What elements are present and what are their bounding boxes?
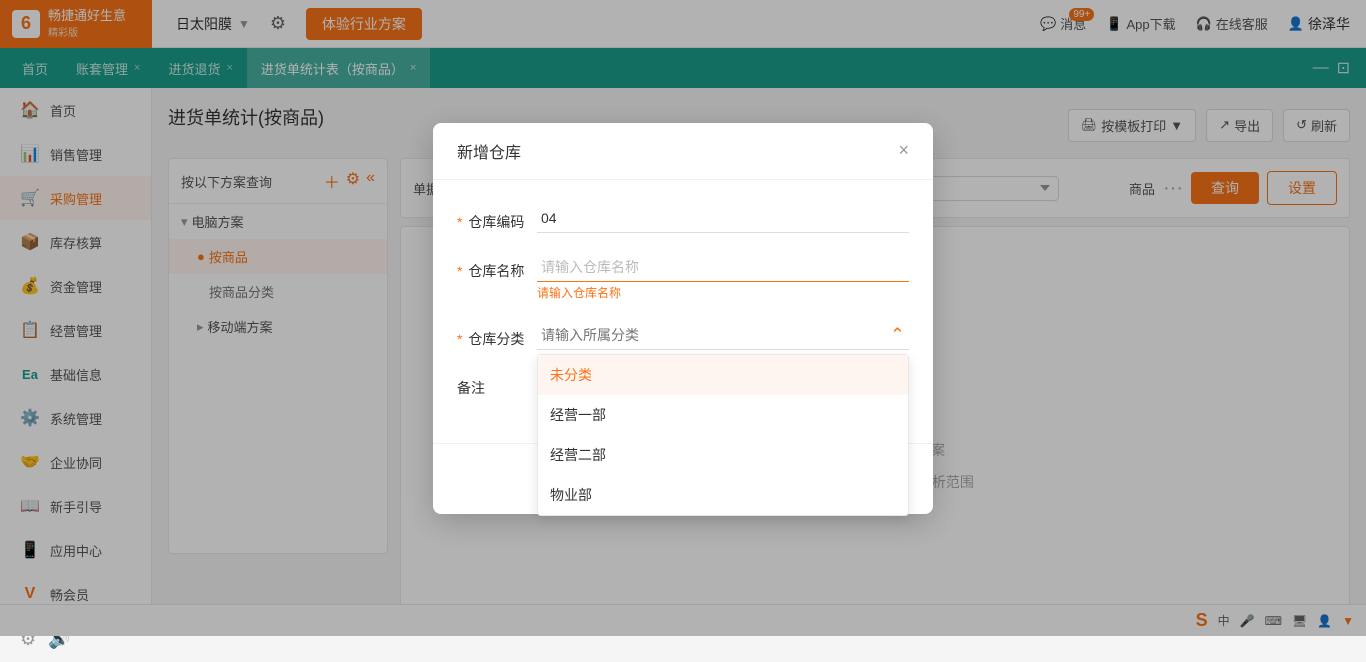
dropdown-option-dept1[interactable]: 经营一部 xyxy=(538,395,908,435)
dropdown-option-property[interactable]: 物业部 xyxy=(538,475,908,515)
type-dropdown-list: 未分类 经营一部 经营二部 物业部 xyxy=(537,354,909,516)
form-row-name: * 仓库名称 请输入仓库名称 xyxy=(457,253,909,301)
form-row-code: * 仓库编码 xyxy=(457,204,909,233)
add-warehouse-modal: 新增仓库 × * 仓库编码 * 仓库名称 xyxy=(433,123,933,514)
modal-title: 新增仓库 xyxy=(457,139,521,163)
warehouse-name-error: 请输入仓库名称 xyxy=(537,284,909,301)
form-row-type: * 仓库分类 ⌃ 未分类 经营一部 经营二部 物业部 xyxy=(457,321,909,350)
dropdown-option-dept2[interactable]: 经营二部 xyxy=(538,435,908,475)
modal-body: * 仓库编码 * 仓库名称 请输入仓库名称 xyxy=(433,180,933,443)
form-control-type: ⌃ 未分类 经营一部 经营二部 物业部 xyxy=(537,321,909,350)
modal-overlay[interactable]: 新增仓库 × * 仓库编码 * 仓库名称 xyxy=(0,0,1366,636)
warehouse-type-input[interactable] xyxy=(537,321,909,350)
form-control-code xyxy=(537,204,909,233)
remark-label: 备注 xyxy=(457,370,537,398)
type-select-wrapper: ⌃ 未分类 经营一部 经营二部 物业部 xyxy=(537,321,909,350)
warehouse-type-label: * 仓库分类 xyxy=(457,321,537,349)
type-dropdown-arrow[interactable]: ⌃ xyxy=(890,325,905,346)
warehouse-name-label: * 仓库名称 xyxy=(457,253,537,281)
dropdown-option-uncategorized[interactable]: 未分类 xyxy=(538,355,908,395)
form-control-name: 请输入仓库名称 xyxy=(537,253,909,301)
warehouse-code-label: * 仓库编码 xyxy=(457,204,537,232)
warehouse-code-input[interactable] xyxy=(537,204,909,233)
modal-close-button[interactable]: × xyxy=(898,140,909,161)
modal-header: 新增仓库 × xyxy=(433,123,933,180)
warehouse-name-input[interactable] xyxy=(537,253,909,282)
